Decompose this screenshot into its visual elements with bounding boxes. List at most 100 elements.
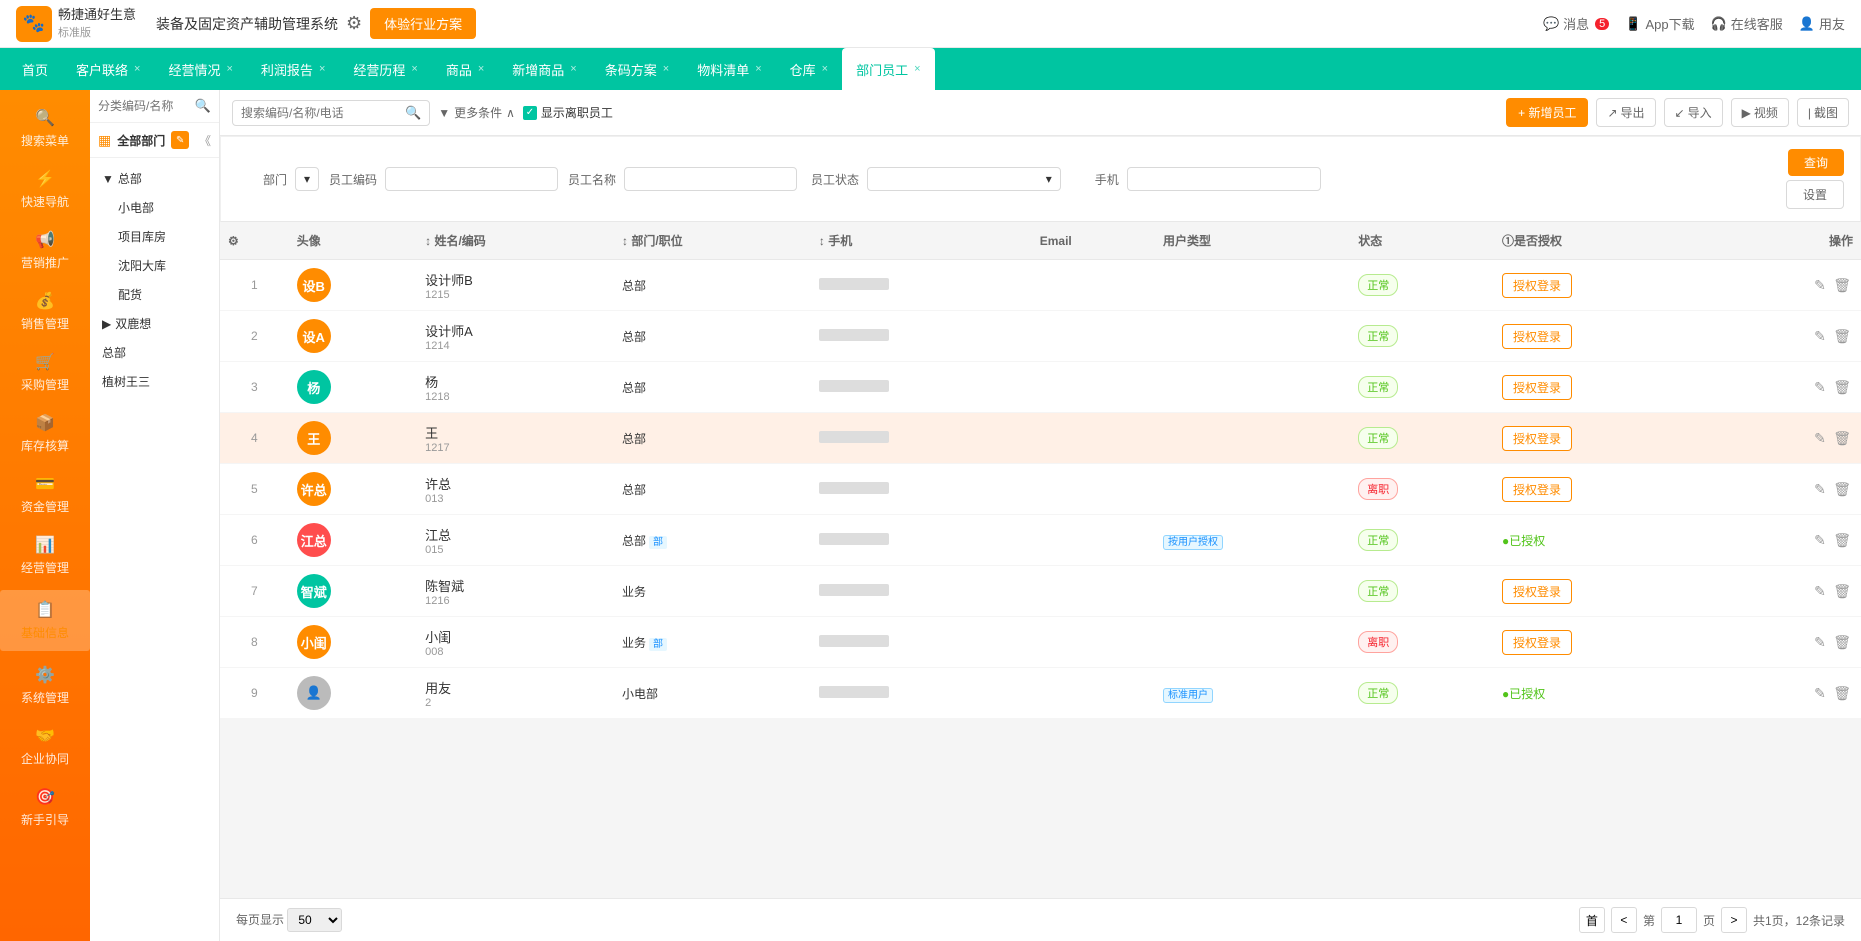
settings-button[interactable]: ⚙ (346, 13, 362, 34)
col-name[interactable]: ↕ 姓名/编码 (417, 222, 614, 260)
add-employee-button[interactable]: + 新增员工 (1506, 98, 1588, 127)
collapse-icon[interactable]: 《 (199, 132, 211, 149)
edit-button[interactable]: ✎ (1812, 377, 1828, 398)
sidebar-item-purchase[interactable]: 🛒 采购管理 (0, 342, 90, 403)
show-resigned-toggle[interactable]: ✓ 显示离职员工 (523, 104, 613, 121)
authorize-button[interactable]: 授权登录 (1502, 426, 1572, 451)
more-filters-button[interactable]: ▼ 更多条件 ∧ (438, 104, 515, 121)
online-service-button[interactable]: 🎧 在线客服 (1711, 14, 1783, 33)
authorize-button[interactable]: 授权登录 (1502, 630, 1572, 655)
search-button[interactable]: 查询 (1788, 149, 1844, 176)
close-icon[interactable]: × (134, 63, 140, 75)
page-number-input[interactable] (1661, 907, 1697, 933)
edit-button[interactable]: ✎ (1812, 581, 1828, 602)
app-download-button[interactable]: 📱 App下载 (1625, 14, 1694, 33)
dept-item-shuanglu[interactable]: ▶ 双鹿想 (98, 309, 211, 338)
authorize-button[interactable]: 授权登录 (1502, 324, 1572, 349)
delete-button[interactable]: 🗑 (1831, 428, 1853, 449)
tab-barcode[interactable]: 条码方案 × (591, 48, 683, 90)
dept-item-shenyang[interactable]: 沈阳大库 (98, 251, 211, 280)
dept-search-icon[interactable]: 🔍 (195, 98, 211, 114)
authorize-button[interactable]: 授权登录 (1502, 579, 1572, 604)
edit-button[interactable]: ✎ (1812, 683, 1828, 704)
authorize-button[interactable]: 授权登录 (1502, 477, 1572, 502)
sidebar-item-basic[interactable]: 📋 基础信息 (0, 590, 90, 651)
sidebar-item-finance[interactable]: 💳 资金管理 (0, 464, 90, 525)
empcode-input[interactable] (385, 167, 558, 191)
tab-goods[interactable]: 商品 × (432, 48, 498, 90)
delete-button[interactable]: 🗑 (1831, 275, 1853, 296)
tab-profit[interactable]: 利润报告 × (247, 48, 339, 90)
screenshot-button[interactable]: | 截图 (1797, 98, 1849, 127)
export-button[interactable]: ↗ 导出 (1596, 98, 1655, 127)
sidebar-all-dept[interactable]: ▦ 全部部门 ✎ 《 (90, 123, 219, 158)
col-phone[interactable]: ↕ 手机 (811, 222, 1032, 260)
empname-input[interactable] (624, 167, 797, 191)
tab-operations[interactable]: 经营情况 × (154, 48, 246, 90)
per-page-select[interactable]: 50 100 200 (287, 908, 342, 932)
delete-button[interactable]: 🗑 (1831, 632, 1853, 653)
edit-button[interactable]: ✎ (1812, 479, 1828, 500)
tab-bom[interactable]: 物料清单 × (683, 48, 775, 90)
dept-item-project[interactable]: 项目库房 (98, 222, 211, 251)
col-dept[interactable]: ↕ 部门/职位 (614, 222, 811, 260)
dept-edit-icon[interactable]: ✎ (171, 131, 189, 149)
close-icon[interactable]: × (570, 63, 576, 75)
import-button[interactable]: ↙ 导入 (1664, 98, 1723, 127)
close-icon[interactable]: × (663, 63, 669, 75)
edit-button[interactable]: ✎ (1812, 632, 1828, 653)
message-button[interactable]: 💬 消息 5 (1543, 14, 1609, 33)
user-button[interactable]: 👤 用友 (1799, 14, 1845, 33)
edit-button[interactable]: ✎ (1812, 326, 1828, 347)
edit-button[interactable]: ✎ (1812, 530, 1828, 551)
sidebar-item-guide[interactable]: 🎯 新手引导 (0, 777, 90, 838)
dept-item-dispatch[interactable]: 配货 (98, 280, 211, 309)
resigned-checkbox[interactable]: ✓ (523, 106, 537, 120)
close-icon[interactable]: × (226, 63, 232, 75)
delete-button[interactable]: 🗑 (1831, 530, 1853, 551)
delete-button[interactable]: 🗑 (1831, 377, 1853, 398)
sidebar-item-marketing[interactable]: 📢 营销推广 (0, 220, 90, 281)
sidebar-item-collab[interactable]: 🤝 企业协同 (0, 716, 90, 777)
sidebar-item-system[interactable]: ⚙️ 系统管理 (0, 655, 90, 716)
phone-input[interactable] (1127, 167, 1321, 191)
dept-search-input[interactable] (98, 99, 195, 113)
tab-add-goods[interactable]: 新增商品 × (498, 48, 590, 90)
trial-button[interactable]: 体验行业方案 (370, 8, 476, 39)
prev-page-button[interactable]: < (1611, 907, 1637, 933)
dept-item-headquarters-parent[interactable]: ▼ 总部 (98, 164, 211, 193)
next-page-button[interactable]: > (1721, 907, 1747, 933)
close-icon[interactable]: × (319, 63, 325, 75)
sidebar-item-search[interactable]: 🔍 搜索菜单 (0, 98, 90, 159)
first-page-button[interactable]: 首 (1579, 907, 1605, 933)
delete-button[interactable]: 🗑 (1831, 683, 1853, 704)
close-icon[interactable]: × (822, 63, 828, 75)
tab-department[interactable]: 部门员工 × (842, 48, 934, 90)
delete-button[interactable]: 🗑 (1831, 581, 1853, 602)
delete-button[interactable]: 🗑 (1831, 479, 1853, 500)
authorize-button[interactable]: 授权登录 (1502, 273, 1572, 298)
search-icon[interactable]: 🔍 (405, 105, 421, 121)
tab-history[interactable]: 经营历程 × (339, 48, 431, 90)
col-settings[interactable]: ⚙ (220, 222, 289, 260)
delete-button[interactable]: 🗑 (1831, 326, 1853, 347)
tab-home[interactable]: 首页 (8, 48, 62, 90)
edit-button[interactable]: ✎ (1812, 428, 1828, 449)
authorize-button[interactable]: 授权登录 (1502, 375, 1572, 400)
close-icon[interactable]: × (914, 63, 920, 75)
sidebar-item-inventory[interactable]: 📦 库存核算 (0, 403, 90, 464)
dept-item-zhishu[interactable]: 植树王三 (98, 367, 211, 396)
reset-button[interactable]: 设置 (1786, 180, 1844, 209)
dept-select[interactable]: ▾ (295, 167, 319, 191)
close-icon[interactable]: × (411, 63, 417, 75)
close-icon[interactable]: × (478, 63, 484, 75)
sidebar-item-management[interactable]: 📊 经营管理 (0, 525, 90, 586)
edit-button[interactable]: ✎ (1812, 275, 1828, 296)
sidebar-item-quicknav[interactable]: ⚡ 快速导航 (0, 159, 90, 220)
status-select[interactable]: ▾ (867, 167, 1061, 191)
dept-item-hq2[interactable]: 总部 (98, 338, 211, 367)
tab-warehouse[interactable]: 仓库 × (776, 48, 842, 90)
tab-customer[interactable]: 客户联络 × (62, 48, 154, 90)
close-icon[interactable]: × (755, 63, 761, 75)
employee-search-input[interactable] (241, 106, 401, 120)
